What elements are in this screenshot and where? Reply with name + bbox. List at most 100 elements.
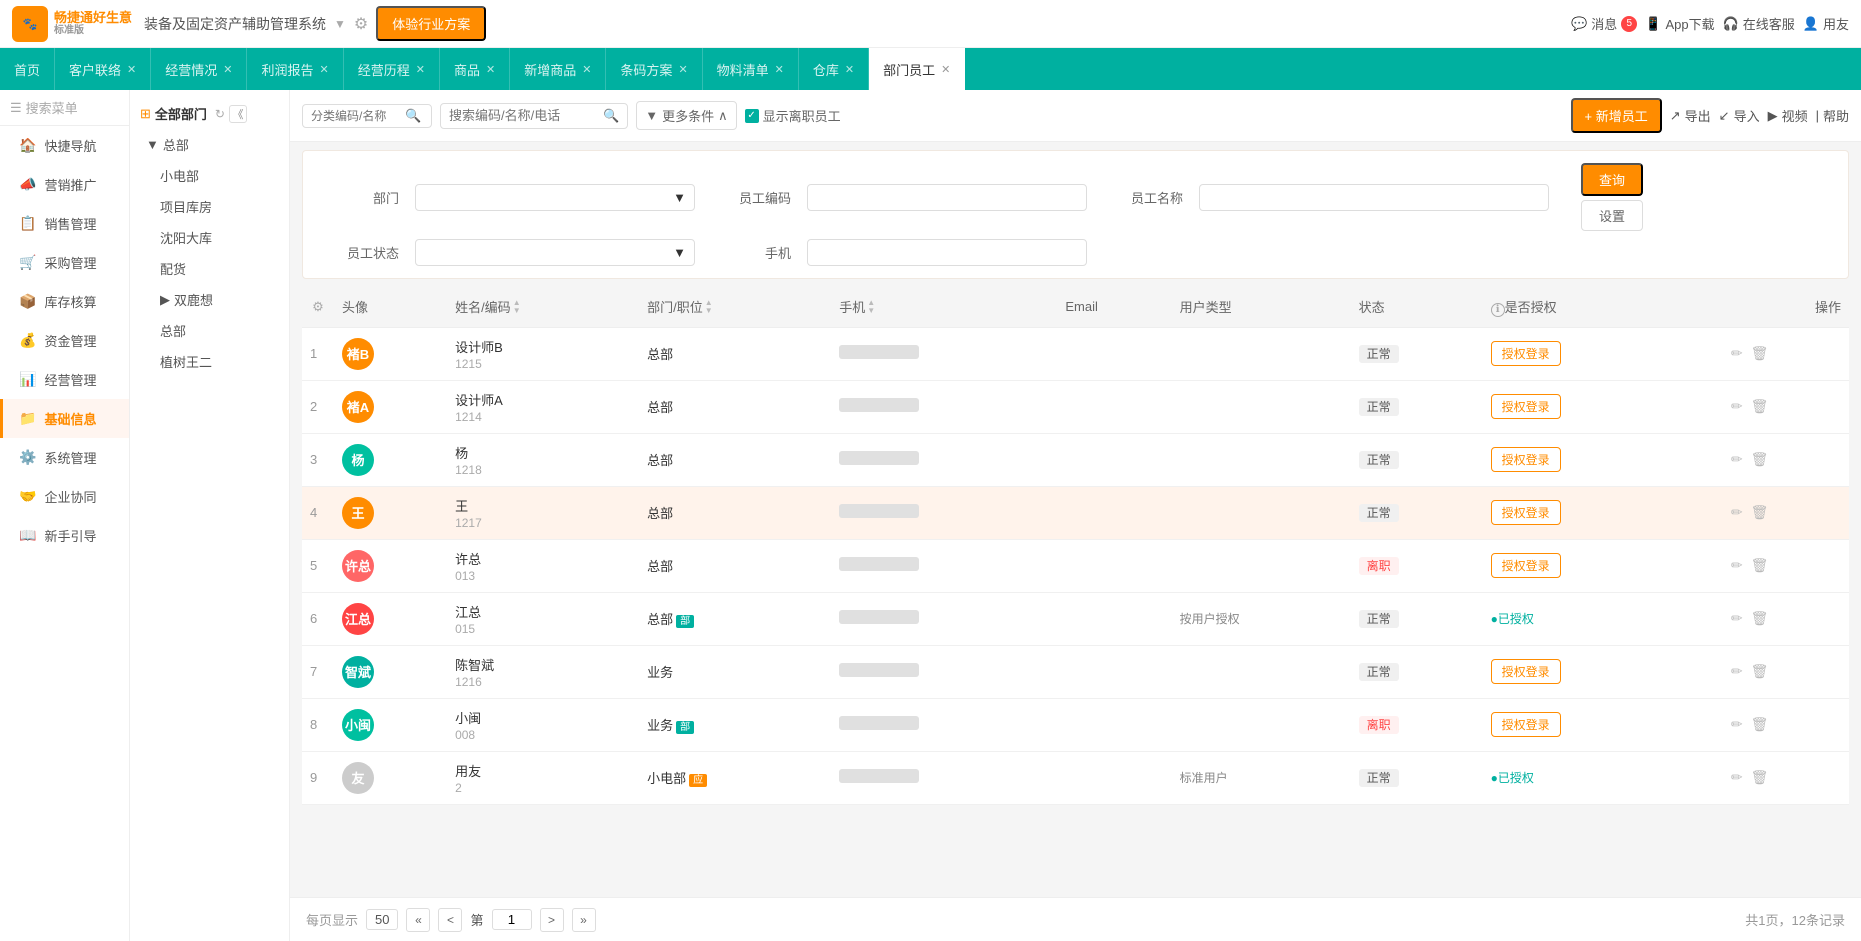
sidebar-item-采购管理[interactable]: 🛒采购管理 <box>0 243 129 282</box>
dept-refresh-icon[interactable]: ↻ <box>215 107 225 121</box>
sidebar-item-经营管理[interactable]: 📊经营管理 <box>0 360 129 399</box>
sidebar-item-系统管理[interactable]: ⚙️系统管理 <box>0 438 129 477</box>
delete-icon[interactable]: 🗑 <box>1751 504 1769 521</box>
sidebar-item-新手引导[interactable]: 📖新手引导 <box>0 516 129 555</box>
sidebar-search[interactable]: ☰ 搜索菜单 <box>0 90 129 126</box>
dept-all-header[interactable]: ⊞ 全部部门 ↻ 《 <box>130 98 289 129</box>
tab-close-icon[interactable]: ✕ <box>678 63 687 76</box>
search-submit-icon[interactable]: 🔍 <box>603 108 619 124</box>
delete-icon[interactable]: 🗑 <box>1751 716 1769 733</box>
tab-close-icon[interactable]: ✕ <box>775 63 784 76</box>
emp-code-input[interactable] <box>807 184 1087 211</box>
dept-item-沈阳大库[interactable]: 沈阳大库 <box>130 222 289 253</box>
export-button[interactable]: ↗ 导出 <box>1670 106 1711 125</box>
dept-select[interactable]: ▼ <box>415 184 695 211</box>
employee-search-box[interactable]: 🔍 <box>440 103 628 129</box>
delete-icon[interactable]: 🗑 <box>1751 398 1769 415</box>
sidebar-item-基础信息[interactable]: 📁基础信息 <box>0 399 129 438</box>
th-settings[interactable]: ⚙ <box>302 287 334 327</box>
dept-search-box[interactable]: 🔍 <box>302 104 432 128</box>
messages-button[interactable]: 💬 消息 5 <box>1571 14 1637 33</box>
auth-button[interactable]: 授权登录 <box>1491 394 1561 419</box>
tab-close-icon[interactable]: ✕ <box>416 63 425 76</box>
view-button[interactable]: ▶ 视频 <box>1768 106 1808 125</box>
next-page-btn[interactable]: > <box>540 908 564 932</box>
nav-tab-条码方案[interactable]: 条码方案✕ <box>606 48 702 90</box>
show-resigned-toggle[interactable]: ✓ 显示离职员工 <box>745 106 841 125</box>
sidebar-item-库存核算[interactable]: 📦库存核算 <box>0 282 129 321</box>
dept-item-双鹿想[interactable]: ▶双鹿想 <box>130 284 289 315</box>
gear-icon[interactable]: ⚙ <box>354 14 368 34</box>
edit-icon[interactable]: ✏ <box>1731 610 1743 627</box>
nav-tab-利润报告[interactable]: 利润报告✕ <box>247 48 343 90</box>
th-phone[interactable]: 手机▲▼ <box>831 287 1057 327</box>
employee-search-input[interactable] <box>449 108 599 123</box>
auth-button[interactable]: 授权登录 <box>1491 447 1561 472</box>
sidebar-item-销售管理[interactable]: 📋销售管理 <box>0 204 129 243</box>
sidebar-item-快捷导航[interactable]: 🏠快捷导航 <box>0 126 129 165</box>
sidebar-item-资金管理[interactable]: 💰资金管理 <box>0 321 129 360</box>
sidebar-item-营销推广[interactable]: 📣营销推广 <box>0 165 129 204</box>
th-dept[interactable]: 部门/职位▲▼ <box>639 287 831 327</box>
nav-tab-仓库[interactable]: 仓库✕ <box>799 48 869 90</box>
dept-item-总部[interactable]: ▼总部 <box>130 129 289 160</box>
app-download-button[interactable]: 📱 App下载 <box>1645 14 1714 33</box>
nav-tab-部门员工[interactable]: 部门员工✕ <box>869 48 965 90</box>
user-menu[interactable]: 👤 用友 <box>1803 14 1849 33</box>
auth-button[interactable]: 授权登录 <box>1491 553 1561 578</box>
dropdown-arrow[interactable]: ▼ <box>334 17 346 31</box>
nav-tab-经营历程[interactable]: 经营历程✕ <box>344 48 440 90</box>
tab-close-icon[interactable]: ✕ <box>320 63 329 76</box>
delete-icon[interactable]: 🗑 <box>1751 663 1769 680</box>
phone-input[interactable] <box>807 239 1087 266</box>
dept-item-配货[interactable]: 配货 <box>130 253 289 284</box>
delete-icon[interactable]: 🗑 <box>1751 345 1769 362</box>
search-icon[interactable]: 🔍 <box>405 108 421 124</box>
edit-icon[interactable]: ✏ <box>1731 451 1743 468</box>
prev-page-btn[interactable]: < <box>438 908 462 932</box>
nav-tab-新增商品[interactable]: 新增商品✕ <box>510 48 606 90</box>
tab-close-icon[interactable]: ✕ <box>223 63 232 76</box>
page-input[interactable] <box>492 909 532 930</box>
tab-close-icon[interactable]: ✕ <box>941 63 950 76</box>
delete-icon[interactable]: 🗑 <box>1751 451 1769 468</box>
delete-icon[interactable]: 🗑 <box>1751 769 1769 786</box>
dept-collapse-btn[interactable]: 《 <box>229 105 247 123</box>
dept-search-input[interactable] <box>311 109 401 123</box>
edit-icon[interactable]: ✏ <box>1731 345 1743 362</box>
edit-icon[interactable]: ✏ <box>1731 769 1743 786</box>
edit-icon[interactable]: ✏ <box>1731 398 1743 415</box>
trial-button[interactable]: 体验行业方案 <box>376 6 486 41</box>
tab-close-icon[interactable]: ✕ <box>582 63 591 76</box>
first-page-btn[interactable]: « <box>406 908 430 932</box>
tab-close-icon[interactable]: ✕ <box>127 63 136 76</box>
dept-item-小电部[interactable]: 小电部 <box>130 160 289 191</box>
auth-button[interactable]: 授权登录 <box>1491 500 1561 525</box>
nav-tab-经营情况[interactable]: 经营情况✕ <box>151 48 247 90</box>
edit-icon[interactable]: ✏ <box>1731 716 1743 733</box>
edit-icon[interactable]: ✏ <box>1731 557 1743 574</box>
more-filters-btn[interactable]: ▼ 更多条件 ∧ <box>636 101 736 130</box>
tab-close-icon[interactable]: ✕ <box>845 63 854 76</box>
add-employee-button[interactable]: + 新增员工 <box>1571 98 1662 133</box>
nav-tab-首页[interactable]: 首页 <box>0 48 55 90</box>
auth-button[interactable]: 授权登录 <box>1491 659 1561 684</box>
tab-close-icon[interactable]: ✕ <box>486 63 495 76</box>
show-resigned-checkbox[interactable]: ✓ <box>745 109 759 123</box>
dept-item-植树王二[interactable]: 植树王二 <box>130 346 289 377</box>
emp-name-input[interactable] <box>1199 184 1549 211</box>
edit-icon[interactable]: ✏ <box>1731 504 1743 521</box>
online-support-button[interactable]: 🎧 在线客服 <box>1723 14 1795 33</box>
auth-button[interactable]: 授权登录 <box>1491 712 1561 737</box>
delete-icon[interactable]: 🗑 <box>1751 557 1769 574</box>
nav-tab-客户联络[interactable]: 客户联络✕ <box>55 48 151 90</box>
per-page-select[interactable]: 50 <box>366 909 398 930</box>
nav-tab-物料清单[interactable]: 物料清单✕ <box>703 48 799 90</box>
edit-icon[interactable]: ✏ <box>1731 663 1743 680</box>
import-button[interactable]: ↙ 导入 <box>1719 106 1760 125</box>
emp-status-select[interactable]: ▼ <box>415 239 695 266</box>
dept-item-项目库房[interactable]: 项目库房 <box>130 191 289 222</box>
sidebar-item-企业协同[interactable]: 🤝企业协同 <box>0 477 129 516</box>
set-button[interactable]: 设置 <box>1581 200 1643 231</box>
auth-info-icon[interactable]: ℹ <box>1491 303 1505 317</box>
